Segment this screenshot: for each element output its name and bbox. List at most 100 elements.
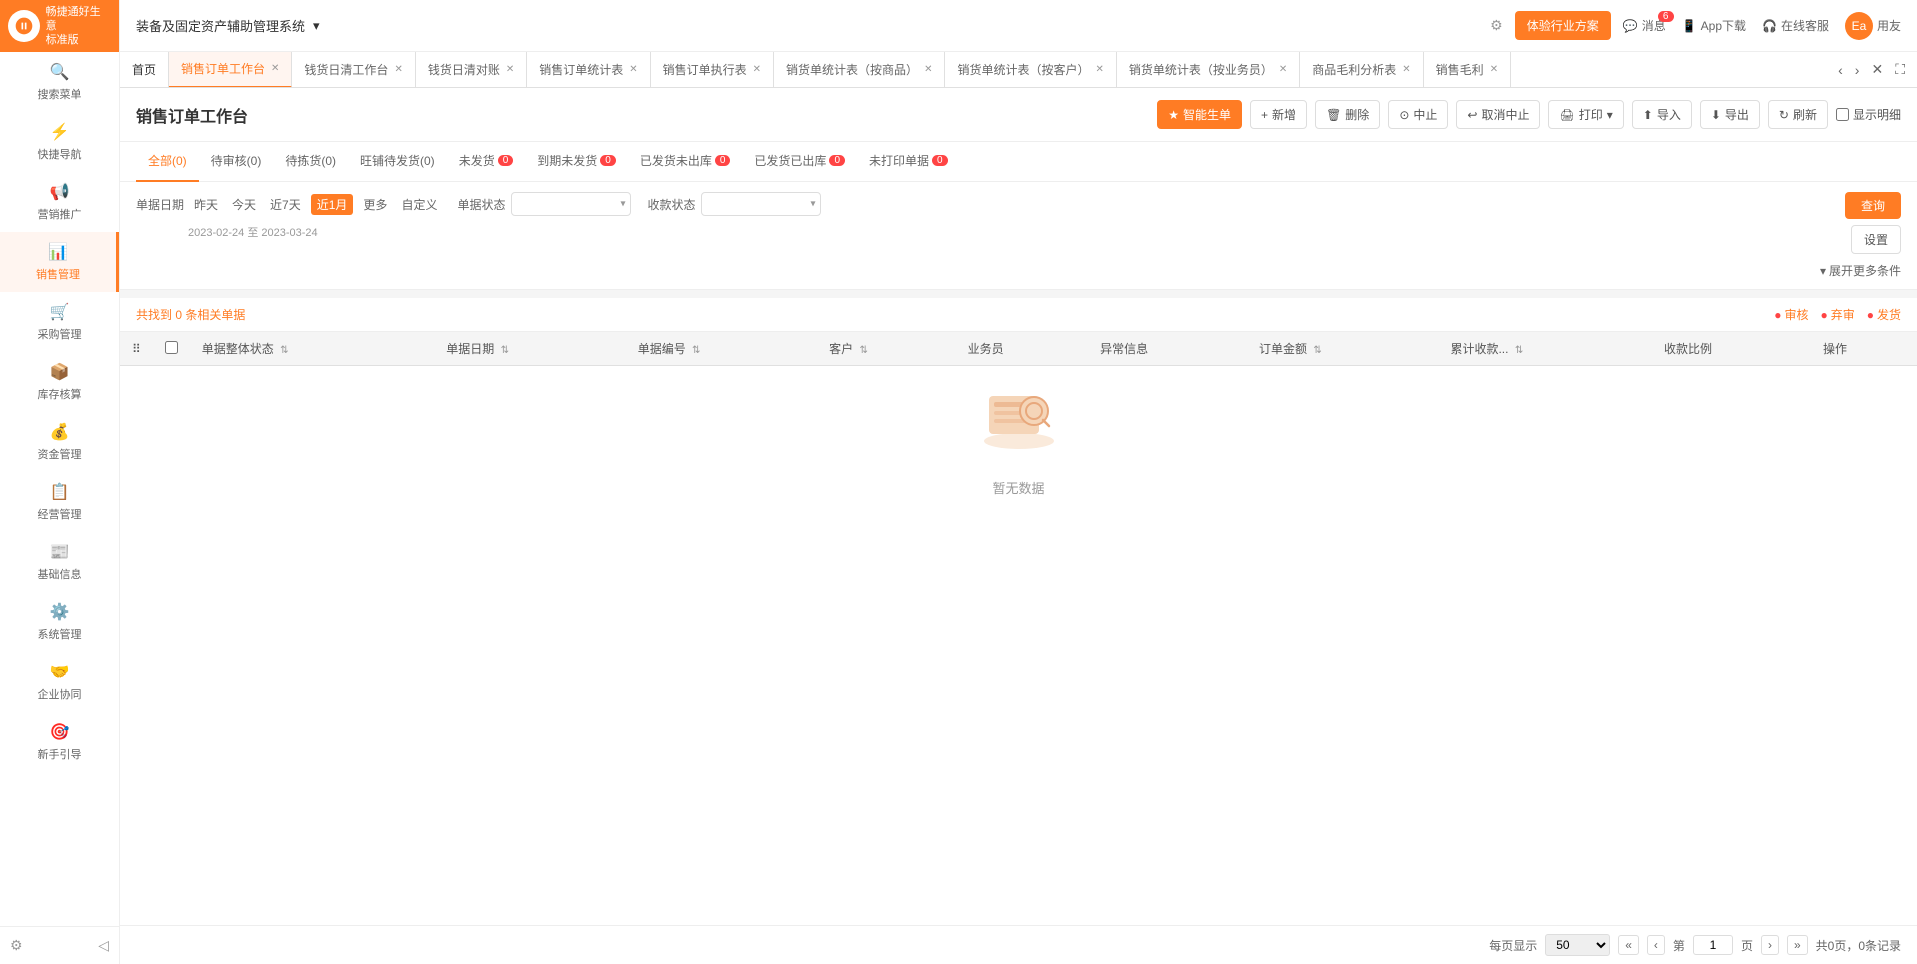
- per-page-select[interactable]: 20 50 100 200: [1545, 934, 1610, 956]
- sidebar-item-marketing[interactable]: 📢 营销推广: [0, 172, 119, 232]
- show-detail-checkbox[interactable]: [1836, 108, 1849, 121]
- not-shipped-badge: 0: [498, 155, 514, 166]
- sidebar-item-search[interactable]: 🔍 搜索菜单: [0, 52, 119, 112]
- filter-tab-pending-inspect[interactable]: 待拣货(0): [273, 142, 348, 182]
- print-button[interactable]: 🖨 打印 ▾: [1548, 100, 1623, 129]
- refresh-button[interactable]: ↻ 刷新: [1768, 100, 1828, 129]
- filter-tab-label: 旺铺待发货(0): [360, 152, 435, 169]
- status-select[interactable]: [511, 192, 631, 216]
- tab-home[interactable]: 首页: [120, 52, 169, 88]
- export-button[interactable]: ⬇ 导出: [1700, 100, 1760, 129]
- sort-icon[interactable]: ⇅: [860, 345, 868, 356]
- tab-product-margin[interactable]: 商品毛利分析表 ✕: [1300, 52, 1423, 88]
- filter-tab-all[interactable]: 全部(0): [136, 142, 199, 182]
- sort-icon[interactable]: ⇅: [692, 345, 700, 356]
- th-number: 单据编号 ⇅: [626, 332, 817, 366]
- filter-item-date: 单据日期 昨天 今天 近7天 近1月 更多 自定义: [136, 194, 441, 215]
- tab-close-all-btn[interactable]: ✕: [1867, 61, 1887, 78]
- tab-cash-reconcile[interactable]: 钱货日清对账 ✕: [416, 52, 527, 88]
- sort-icon[interactable]: ⇅: [1515, 345, 1523, 356]
- sort-icon[interactable]: ⇅: [501, 345, 509, 356]
- smart-create-button[interactable]: ★ 智能生单: [1157, 100, 1242, 129]
- cancel-review-action[interactable]: ● 弃审: [1820, 306, 1854, 323]
- date-opt-1month[interactable]: 近1月: [311, 194, 354, 215]
- sidebar-item-finance[interactable]: 💰 资金管理: [0, 412, 119, 472]
- topbar-online-service[interactable]: 🎧 在线客服: [1762, 17, 1829, 34]
- tab-fullscreen-btn[interactable]: ⛶: [1891, 61, 1909, 78]
- tab-close-icon[interactable]: ✕: [924, 64, 932, 75]
- filter-tab-wangpu[interactable]: 旺铺待发货(0): [348, 142, 447, 182]
- industry-btn[interactable]: 体验行业方案: [1515, 11, 1611, 40]
- cancel-stop-button[interactable]: ↩ 取消中止: [1456, 100, 1540, 129]
- select-all-checkbox[interactable]: [165, 341, 178, 354]
- tab-sales-stat-product[interactable]: 销货单统计表（按商品） ✕: [774, 52, 945, 88]
- expand-conditions-btn[interactable]: ▾ 展开更多条件: [1820, 262, 1901, 279]
- settings-bottom-icon[interactable]: ⚙: [10, 937, 23, 954]
- date-opt-yesterday[interactable]: 昨天: [190, 194, 222, 215]
- sidebar-item-purchase[interactable]: 🛒 采购管理: [0, 292, 119, 352]
- tab-close-icon[interactable]: ✕: [271, 63, 279, 74]
- tab-sales-stat-customer[interactable]: 销货单统计表（按客户） ✕: [945, 52, 1116, 88]
- filter-tab-not-shipped[interactable]: 未发货 0: [447, 142, 526, 182]
- sidebar-item-beginner[interactable]: 🎯 新手引导: [0, 712, 119, 772]
- filter-tab-not-printed[interactable]: 未打印单据 0: [857, 142, 960, 182]
- date-opt-custom[interactable]: 自定义: [397, 194, 441, 215]
- tab-sales-stat-staff[interactable]: 销货单统计表（按业务员） ✕: [1117, 52, 1300, 88]
- tab-label: 销售订单执行表: [663, 61, 747, 78]
- cancel-review-label: 弃审: [1831, 306, 1855, 323]
- tab-sales-profit[interactable]: 销售毛利 ✕: [1424, 52, 1511, 88]
- sidebar-item-sales[interactable]: 📊 销售管理: [0, 232, 119, 292]
- filter-tab-pending-review[interactable]: 待审核(0): [199, 142, 274, 182]
- tab-sales-workbench[interactable]: 销售订单工作台 ✕: [169, 52, 292, 88]
- date-opt-today[interactable]: 今天: [228, 194, 260, 215]
- filter-tab-shipped-out[interactable]: 已发货已出库 0: [742, 142, 857, 182]
- import-button[interactable]: ⬆ 导入: [1632, 100, 1692, 129]
- query-button[interactable]: 查询: [1845, 192, 1901, 219]
- page-input[interactable]: [1693, 935, 1733, 955]
- first-page-btn[interactable]: «: [1618, 935, 1639, 955]
- review-action[interactable]: ● 审核: [1774, 306, 1808, 323]
- topbar-app-download[interactable]: 📱 App下载: [1682, 17, 1746, 34]
- ship-action[interactable]: ● 发货: [1867, 306, 1901, 323]
- cancel-stop-label: 取消中止: [1481, 106, 1529, 123]
- tab-cash-daily[interactable]: 钱货日清工作台 ✕: [292, 52, 415, 88]
- add-button[interactable]: + 新增: [1250, 100, 1307, 129]
- date-opt-more[interactable]: 更多: [359, 194, 391, 215]
- setting-button[interactable]: 设置: [1851, 225, 1901, 254]
- last-page-btn[interactable]: »: [1787, 935, 1808, 955]
- tab-close-icon[interactable]: ✕: [1095, 64, 1103, 75]
- prev-page-btn[interactable]: ‹: [1647, 935, 1665, 955]
- tab-sales-exec[interactable]: 销售订单执行表 ✕: [651, 52, 774, 88]
- sidebar-item-system[interactable]: ⚙️ 系统管理: [0, 592, 119, 652]
- filter-tab-overdue[interactable]: 到期未发货 0: [525, 142, 628, 182]
- tab-close-icon[interactable]: ✕: [753, 64, 761, 75]
- sidebar-item-corp-collab[interactable]: 🤝 企业协同: [0, 652, 119, 712]
- tab-close-icon[interactable]: ✕: [1279, 64, 1287, 75]
- sort-icon[interactable]: ⇅: [280, 345, 288, 356]
- tab-close-icon[interactable]: ✕: [1402, 64, 1410, 75]
- tab-prev-btn[interactable]: ‹: [1834, 61, 1847, 78]
- tab-next-btn[interactable]: ›: [1851, 61, 1864, 78]
- topbar-gear-icon[interactable]: ⚙: [1490, 17, 1503, 34]
- collapse-sidebar-icon[interactable]: ◁: [98, 937, 109, 954]
- sidebar-item-basic-info[interactable]: 📰 基础信息: [0, 532, 119, 592]
- sidebar-item-inventory[interactable]: 📦 库存核算: [0, 352, 119, 412]
- next-page-btn[interactable]: ›: [1761, 935, 1779, 955]
- tab-close-icon[interactable]: ✕: [506, 64, 514, 75]
- topbar-user[interactable]: Ea 用友: [1845, 12, 1901, 40]
- sidebar-item-operations[interactable]: 📋 经营管理: [0, 472, 119, 532]
- page-header: 销售订单工作台 ★ 智能生单 + 新增 🗑 删除 ⊙ 中止: [120, 88, 1917, 142]
- topbar-message[interactable]: 💬 消息 6: [1623, 17, 1666, 34]
- filter-tab-shipped-not-out[interactable]: 已发货未出库 0: [628, 142, 743, 182]
- show-detail-checkbox-label[interactable]: 显示明细: [1836, 106, 1901, 123]
- sidebar-item-quick-nav[interactable]: ⚡ 快捷导航: [0, 112, 119, 172]
- payment-select[interactable]: [701, 192, 821, 216]
- delete-button[interactable]: 🗑 删除: [1315, 100, 1380, 129]
- date-opt-7days[interactable]: 近7天: [266, 194, 305, 215]
- tab-close-icon[interactable]: ✕: [629, 64, 637, 75]
- sort-icon[interactable]: ⇅: [1313, 345, 1321, 356]
- stop-button[interactable]: ⊙ 中止: [1388, 100, 1448, 129]
- tab-close-icon[interactable]: ✕: [394, 64, 402, 75]
- tab-sales-stat[interactable]: 销售订单统计表 ✕: [527, 52, 650, 88]
- tab-close-icon[interactable]: ✕: [1490, 64, 1498, 75]
